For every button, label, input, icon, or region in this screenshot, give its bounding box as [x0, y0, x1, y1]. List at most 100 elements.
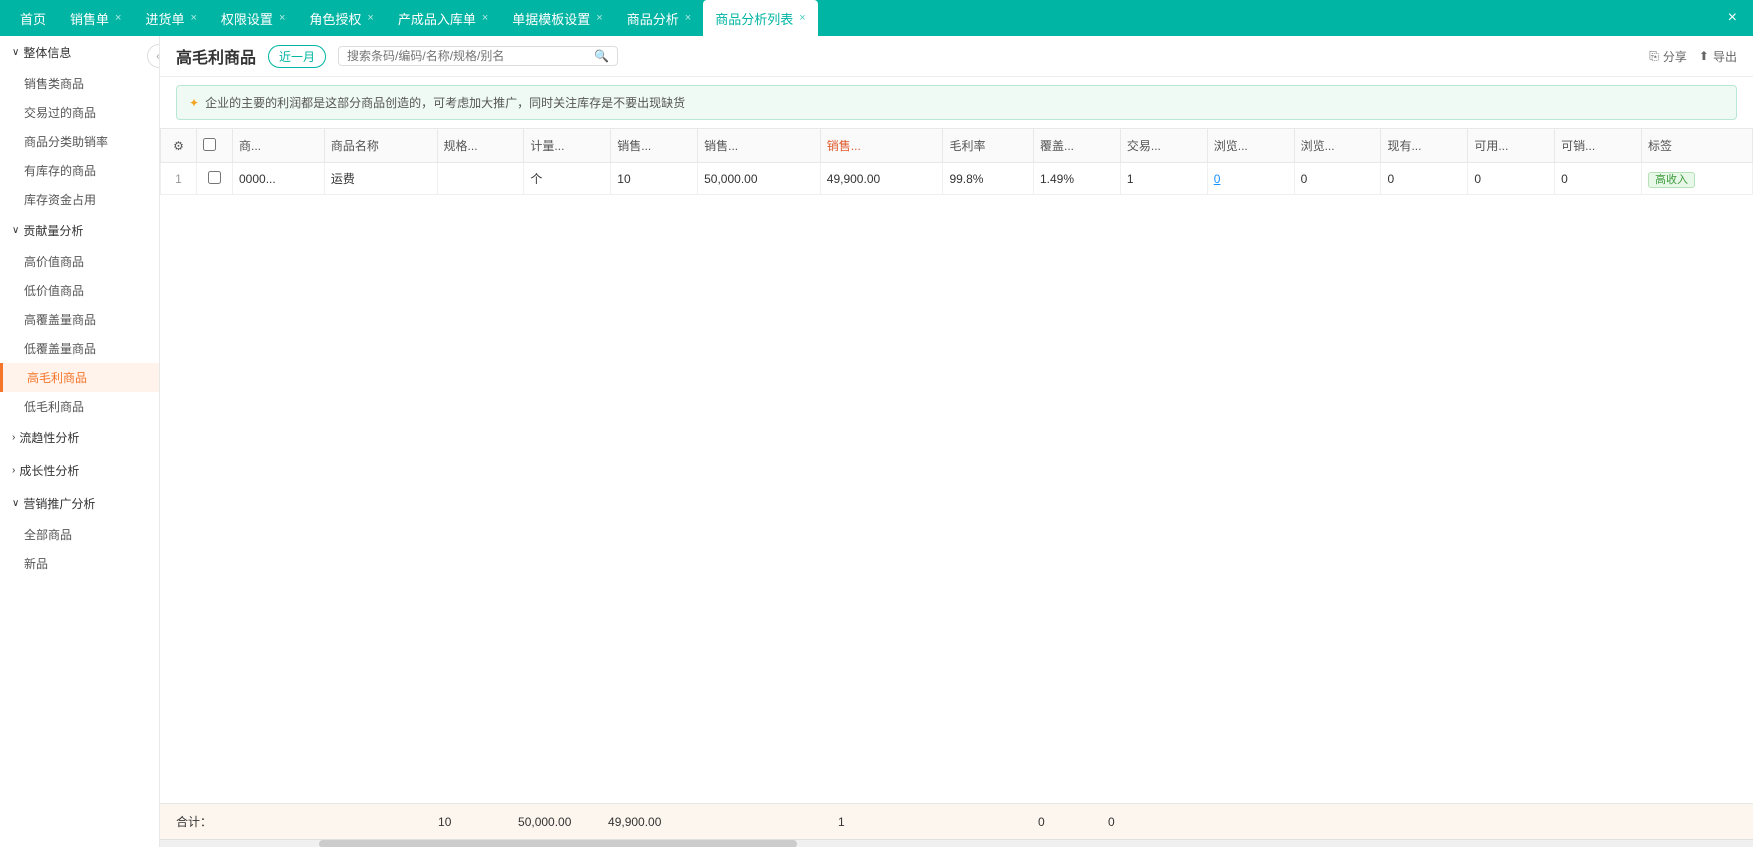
horizontal-scrollbar[interactable] — [160, 839, 1753, 847]
sidebar-item-in-stock[interactable]: 有库存的商品 — [0, 156, 159, 185]
sidebar-item-low-margin[interactable]: 低毛利商品 — [0, 392, 159, 421]
share-icon: ⎘ — [1649, 49, 1659, 64]
close-icon[interactable]: × — [190, 12, 196, 24]
sidebar-item-high-coverage[interactable]: 高覆盖量商品 — [0, 305, 159, 334]
col-sale-amt: 销售... — [698, 129, 821, 163]
arrow-right-icon: › — [12, 465, 15, 476]
table-footer: 合计： 10 50,000.00 49,900.00 1 0 0 — [160, 803, 1753, 839]
sidebar-group-trend[interactable]: › 流趋性分析 — [0, 421, 159, 454]
table-row: 1 0000... 运费 个 10 50,000.00 49,900.00 99… — [161, 163, 1753, 195]
select-all-checkbox[interactable] — [203, 138, 216, 151]
search-icon[interactable]: 🔍 — [594, 49, 609, 63]
footer-current-val: 0 — [1032, 815, 1102, 829]
nav-tab-analysis[interactable]: 商品分析 × — [615, 0, 703, 36]
row-checkbox[interactable] — [208, 171, 221, 184]
scrollbar-thumb[interactable] — [319, 840, 797, 847]
period-button[interactable]: 近一月 — [268, 45, 326, 68]
footer-browse1 — [892, 815, 962, 829]
col-available: 可用... — [1468, 129, 1555, 163]
footer-sale-amt-val: 50,000.00 — [512, 815, 602, 829]
info-icon: ✦ — [189, 96, 199, 110]
sidebar-item-low-coverage[interactable]: 低覆盖量商品 — [0, 334, 159, 363]
close-icon[interactable]: × — [596, 12, 602, 24]
footer-sale-qty-val: 10 — [432, 815, 512, 829]
sidebar-item-stock-capital[interactable]: 库存资金占用 — [0, 185, 159, 214]
sidebar-item-low-value[interactable]: 低价值商品 — [0, 276, 159, 305]
sidebar-item-high-margin[interactable]: 高毛利商品 — [0, 363, 159, 392]
sidebar-group-marketing[interactable]: ∨ 营销推广分析 — [0, 487, 159, 520]
close-icon[interactable]: × — [482, 12, 488, 24]
table-container[interactable]: ⚙ 商... 商品名称 规格... 计量... 销售... 销售... 销售..… — [160, 128, 1753, 803]
content-header: 高毛利商品 近一月 🔍 ⎘ 分享 ⬆ 导出 — [160, 36, 1753, 77]
close-icon[interactable]: × — [685, 12, 691, 24]
row-saleable: 0 — [1555, 163, 1642, 195]
row-coverage: 1.49% — [1033, 163, 1120, 195]
content-area: 高毛利商品 近一月 🔍 ⎘ 分享 ⬆ 导出 ✦ 企业的主要的利润都是这部分商品创… — [160, 36, 1753, 847]
col-current: 现有... — [1381, 129, 1468, 163]
row-sale-amt: 50,000.00 — [698, 163, 821, 195]
row-checkbox-cell[interactable] — [197, 163, 233, 195]
window-close-button[interactable]: × — [1720, 9, 1745, 27]
nav-tab-analysis-list[interactable]: 商品分析列表 × — [703, 0, 817, 36]
close-icon[interactable]: × — [115, 12, 121, 24]
col-browse2: 浏览... — [1294, 129, 1381, 163]
nav-tab-template[interactable]: 单据模板设置 × — [500, 0, 614, 36]
col-unit: 计量... — [524, 129, 611, 163]
footer-browse2 — [962, 815, 1032, 829]
row-browse2: 0 — [1294, 163, 1381, 195]
close-icon[interactable]: × — [367, 12, 373, 24]
export-button[interactable]: ⬆ 导出 — [1699, 48, 1737, 65]
footer-label: 合计： — [176, 813, 212, 830]
nav-tab-warehouse[interactable]: 产成品入库单 × — [386, 0, 500, 36]
nav-tab-permissions[interactable]: 权限设置 × — [209, 0, 297, 36]
export-icon: ⬆ — [1699, 49, 1709, 63]
sidebar-item-category-rate[interactable]: 商品分类助销率 — [0, 127, 159, 156]
sidebar-group-contribution[interactable]: ∨ 贡献量分析 — [0, 214, 159, 247]
sidebar-item-traded-goods[interactable]: 交易过的商品 — [0, 98, 159, 127]
col-name: 商品名称 — [324, 129, 437, 163]
col-browse1: 浏览... — [1207, 129, 1294, 163]
col-tag: 标签 — [1642, 129, 1753, 163]
nav-tab-sales[interactable]: 销售单 × — [58, 0, 133, 36]
col-checkbox — [197, 129, 233, 163]
info-banner: ✦ 企业的主要的利润都是这部分商品创造的，可考虑加大推广，同时关注库存是不要出现… — [176, 85, 1737, 120]
row-tag: 高收入 — [1642, 163, 1753, 195]
col-gross-rate: 毛利率 — [943, 129, 1034, 163]
footer-trade-val: 1 — [832, 815, 892, 829]
arrow-down-icon: ∨ — [12, 498, 19, 509]
row-sale-qty: 10 — [611, 163, 698, 195]
col-saleable: 可销... — [1555, 129, 1642, 163]
col-coverage: 覆盖... — [1033, 129, 1120, 163]
close-icon[interactable]: × — [279, 12, 285, 24]
footer-available-val: 0 — [1102, 815, 1172, 829]
row-browse1[interactable]: 0 — [1207, 163, 1294, 195]
col-trade: 交易... — [1120, 129, 1207, 163]
share-button[interactable]: ⎘ 分享 — [1649, 48, 1687, 65]
close-icon[interactable]: × — [799, 12, 805, 24]
nav-tab-home[interactable]: 首页 — [8, 0, 58, 36]
sidebar-group-growth[interactable]: › 成长性分析 — [0, 454, 159, 487]
row-available: 0 — [1468, 163, 1555, 195]
page-title: 高毛利商品 — [176, 44, 256, 68]
row-num: 1 — [161, 163, 197, 195]
sidebar-group-overview[interactable]: ∨ 整体信息 — [0, 36, 159, 69]
arrow-down-icon: ∨ — [12, 47, 19, 58]
sidebar-item-new-goods[interactable]: 新品 — [0, 549, 159, 578]
footer-cells: 10 50,000.00 49,900.00 1 0 0 — [232, 815, 1737, 829]
sidebar-item-sale-goods[interactable]: 销售类商品 — [0, 69, 159, 98]
col-sale-qty: 销售... — [611, 129, 698, 163]
nav-tab-roles[interactable]: 角色授权 × — [297, 0, 385, 36]
row-sale-profit: 49,900.00 — [820, 163, 943, 195]
sidebar-item-all-goods[interactable]: 全部商品 — [0, 520, 159, 549]
row-trade: 1 — [1120, 163, 1207, 195]
arrow-right-icon: › — [12, 432, 15, 443]
sidebar-item-high-value[interactable]: 高价值商品 — [0, 247, 159, 276]
footer-sale-qty — [232, 815, 432, 829]
search-input[interactable] — [347, 49, 594, 63]
row-code: 0000... — [233, 163, 325, 195]
nav-tab-purchase[interactable]: 进货单 × — [133, 0, 208, 36]
col-code: 商... — [233, 129, 325, 163]
row-unit: 个 — [524, 163, 611, 195]
footer-sale-profit-val: 49,900.00 — [602, 815, 692, 829]
col-settings[interactable]: ⚙ — [161, 129, 197, 163]
